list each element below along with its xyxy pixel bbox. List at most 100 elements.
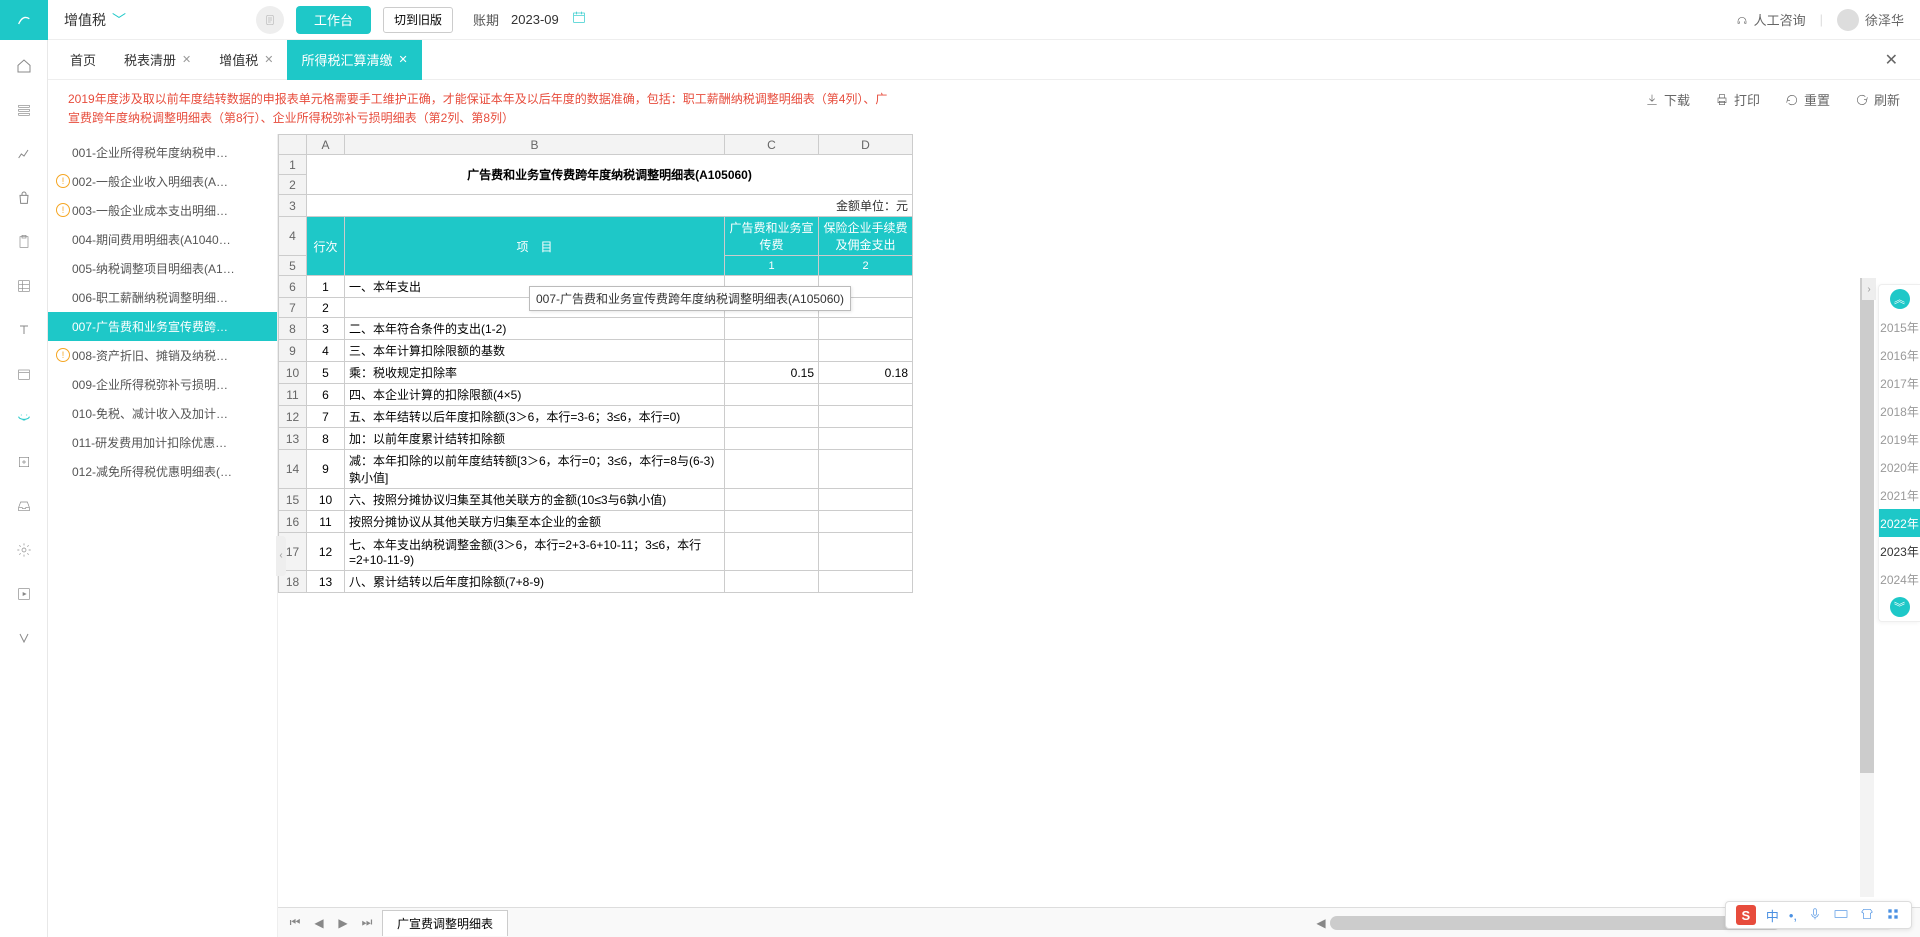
value-cell[interactable] — [819, 318, 913, 340]
tab-home[interactable]: 首页 — [56, 40, 110, 80]
v-icon[interactable] — [0, 620, 48, 656]
collapse-handle[interactable]: ‹ — [276, 536, 286, 576]
value-cell[interactable] — [819, 511, 913, 533]
item-cell[interactable]: 乘：税收规定扣除率 — [345, 362, 725, 384]
list-icon[interactable] — [0, 92, 48, 128]
year-up-button[interactable]: ︽ — [1890, 289, 1910, 309]
tabs-close-all[interactable]: ✕ — [1871, 50, 1912, 70]
calendar-icon[interactable] — [0, 356, 48, 392]
tab-tax-list[interactable]: 税表清册✕ — [110, 40, 205, 80]
print-button[interactable]: 打印 — [1714, 90, 1760, 109]
form-list-item[interactable]: 006-职工薪酬纳税调整明细… — [48, 283, 277, 312]
year-item[interactable]: 2016年 — [1879, 341, 1920, 369]
item-cell[interactable]: 三、本年计算扣除限额的基数 — [345, 340, 725, 362]
close-icon[interactable]: ✕ — [264, 53, 273, 66]
period-value[interactable]: 2023-09 — [511, 12, 559, 27]
item-cell[interactable]: 四、本企业计算的扣除限额(4×5) — [345, 384, 725, 406]
spreadsheet[interactable]: ABCD 1广告费和业务宣传费跨年度纳税调整明细表(A105060) 2 3金额… — [278, 134, 1920, 907]
clipboard-icon[interactable] — [0, 224, 48, 260]
value-cell[interactable] — [725, 450, 819, 489]
ime-mic-icon[interactable] — [1807, 906, 1823, 925]
form-list-item[interactable]: 005-纳税调整项目明细表(A1… — [48, 254, 277, 283]
play-icon[interactable] — [0, 576, 48, 612]
item-cell[interactable]: 六、按照分摊协议归集至其他关联方的金额(10≤3与6孰小值) — [345, 489, 725, 511]
inbox-icon[interactable] — [0, 488, 48, 524]
item-cell[interactable]: 加：以前年度累计结转扣除额 — [345, 428, 725, 450]
value-cell[interactable] — [725, 318, 819, 340]
value-cell[interactable] — [725, 533, 819, 571]
form-list-item[interactable]: 002-一般企业收入明细表(A… — [48, 167, 277, 196]
tab-income-tax[interactable]: 所得税汇算清缴✕ — [287, 40, 421, 80]
calendar-small-icon[interactable] — [571, 9, 587, 30]
ime-keyboard-icon[interactable] — [1833, 906, 1849, 925]
ime-bar[interactable]: S 中 •, — [1725, 901, 1912, 929]
ime-lang[interactable]: 中 — [1766, 906, 1779, 925]
download-button[interactable]: 下载 — [1644, 90, 1690, 109]
sheet-prev-button[interactable]: ◀ — [310, 916, 328, 930]
reset-button[interactable]: 重置 — [1784, 90, 1830, 109]
sheet-next-button[interactable]: ▶ — [334, 916, 352, 930]
value-cell[interactable] — [819, 340, 913, 362]
year-item[interactable]: 2017年 — [1879, 369, 1920, 397]
expand-chevron-icon[interactable]: › — [1862, 278, 1876, 300]
value-cell[interactable] — [725, 428, 819, 450]
company-dropdown[interactable]: 增值税 ﹀ — [64, 10, 244, 30]
item-cell[interactable]: 五、本年结转以后年度扣除额(3＞6，本行=3-6；3≤6，本行=0) — [345, 406, 725, 428]
form-list-item[interactable]: 010-免税、减计收入及加计… — [48, 399, 277, 428]
smile-icon[interactable] — [0, 400, 48, 436]
ime-tool-icon[interactable] — [1885, 906, 1901, 925]
sheet-first-button[interactable]: ⏮ — [286, 915, 304, 930]
form-list-item[interactable]: 012-减免所得税优惠明细表(… — [48, 457, 277, 486]
form-list-item[interactable]: 007-广告费和业务宣传费跨… — [48, 312, 277, 341]
consult-link[interactable]: 人工咨询 — [1734, 10, 1806, 29]
doc-icon-button[interactable] — [256, 6, 284, 34]
form-list-item[interactable]: 004-期间费用明细表(A1040… — [48, 225, 277, 254]
year-down-button[interactable]: ︾ — [1890, 597, 1910, 617]
tab-vat[interactable]: 增值税✕ — [205, 40, 287, 80]
year-item[interactable]: 2018年 — [1879, 397, 1920, 425]
item-cell[interactable]: 减：本年扣除的以前年度结转额[3＞6，本行=0；3≤6，本行=8与(6-3)孰小… — [345, 450, 725, 489]
value-cell[interactable] — [819, 450, 913, 489]
value-cell[interactable] — [725, 340, 819, 362]
value-cell[interactable]: 0.15 — [725, 362, 819, 384]
value-cell[interactable]: 0.18 — [819, 362, 913, 384]
form-list-item[interactable]: 009-企业所得税弥补亏损明… — [48, 370, 277, 399]
table-icon[interactable] — [0, 268, 48, 304]
vertical-scrollbar[interactable] — [1860, 278, 1874, 897]
home-icon[interactable] — [0, 48, 48, 84]
form-list-item[interactable]: 011-研发费用加计扣除优惠… — [48, 428, 277, 457]
sheet-last-button[interactable]: ⏭ — [358, 915, 376, 930]
value-cell[interactable] — [819, 406, 913, 428]
item-cell[interactable]: 按照分摊协议从其他关联方归集至本企业的金额 — [345, 511, 725, 533]
chart-icon[interactable] — [0, 136, 48, 172]
bag-icon[interactable] — [0, 180, 48, 216]
year-item[interactable]: 2015年 — [1879, 313, 1920, 341]
ime-skin-icon[interactable] — [1859, 906, 1875, 925]
form-list-item[interactable]: 001-企业所得税年度纳税申… — [48, 138, 277, 167]
year-item[interactable]: 2022年 — [1879, 509, 1920, 537]
value-cell[interactable] — [725, 406, 819, 428]
value-cell[interactable] — [819, 533, 913, 571]
refresh-button[interactable]: 刷新 — [1854, 90, 1900, 109]
value-cell[interactable] — [725, 489, 819, 511]
value-cell[interactable] — [725, 511, 819, 533]
year-item[interactable]: 2020年 — [1879, 453, 1920, 481]
sheet-tab[interactable]: 广宣费调整明细表 — [382, 910, 508, 936]
ime-punct-icon[interactable]: •, — [1789, 908, 1797, 923]
year-item[interactable]: 2021年 — [1879, 481, 1920, 509]
close-icon[interactable]: ✕ — [182, 53, 191, 66]
item-cell[interactable]: 二、本年符合条件的支出(1-2) — [345, 318, 725, 340]
year-item[interactable]: 2024年 — [1879, 565, 1920, 593]
year-item[interactable]: 2019年 — [1879, 425, 1920, 453]
export-icon[interactable] — [0, 444, 48, 480]
value-cell[interactable] — [819, 489, 913, 511]
form-list-item[interactable]: 008-资产折旧、摊销及纳税… — [48, 341, 277, 370]
value-cell[interactable] — [819, 571, 913, 593]
item-cell[interactable]: 七、本年支出纳税调整金额(3＞6，本行=2+3-6+10-11；3≤6，本行=2… — [345, 533, 725, 571]
workbench-button[interactable]: 工作台 — [296, 6, 371, 34]
close-icon[interactable]: ✕ — [399, 53, 408, 66]
value-cell[interactable] — [725, 384, 819, 406]
form-list-item[interactable]: 003-一般企业成本支出明细… — [48, 196, 277, 225]
item-cell[interactable]: 八、累计结转以后年度扣除额(7+8-9) — [345, 571, 725, 593]
gear-icon[interactable] — [0, 532, 48, 568]
